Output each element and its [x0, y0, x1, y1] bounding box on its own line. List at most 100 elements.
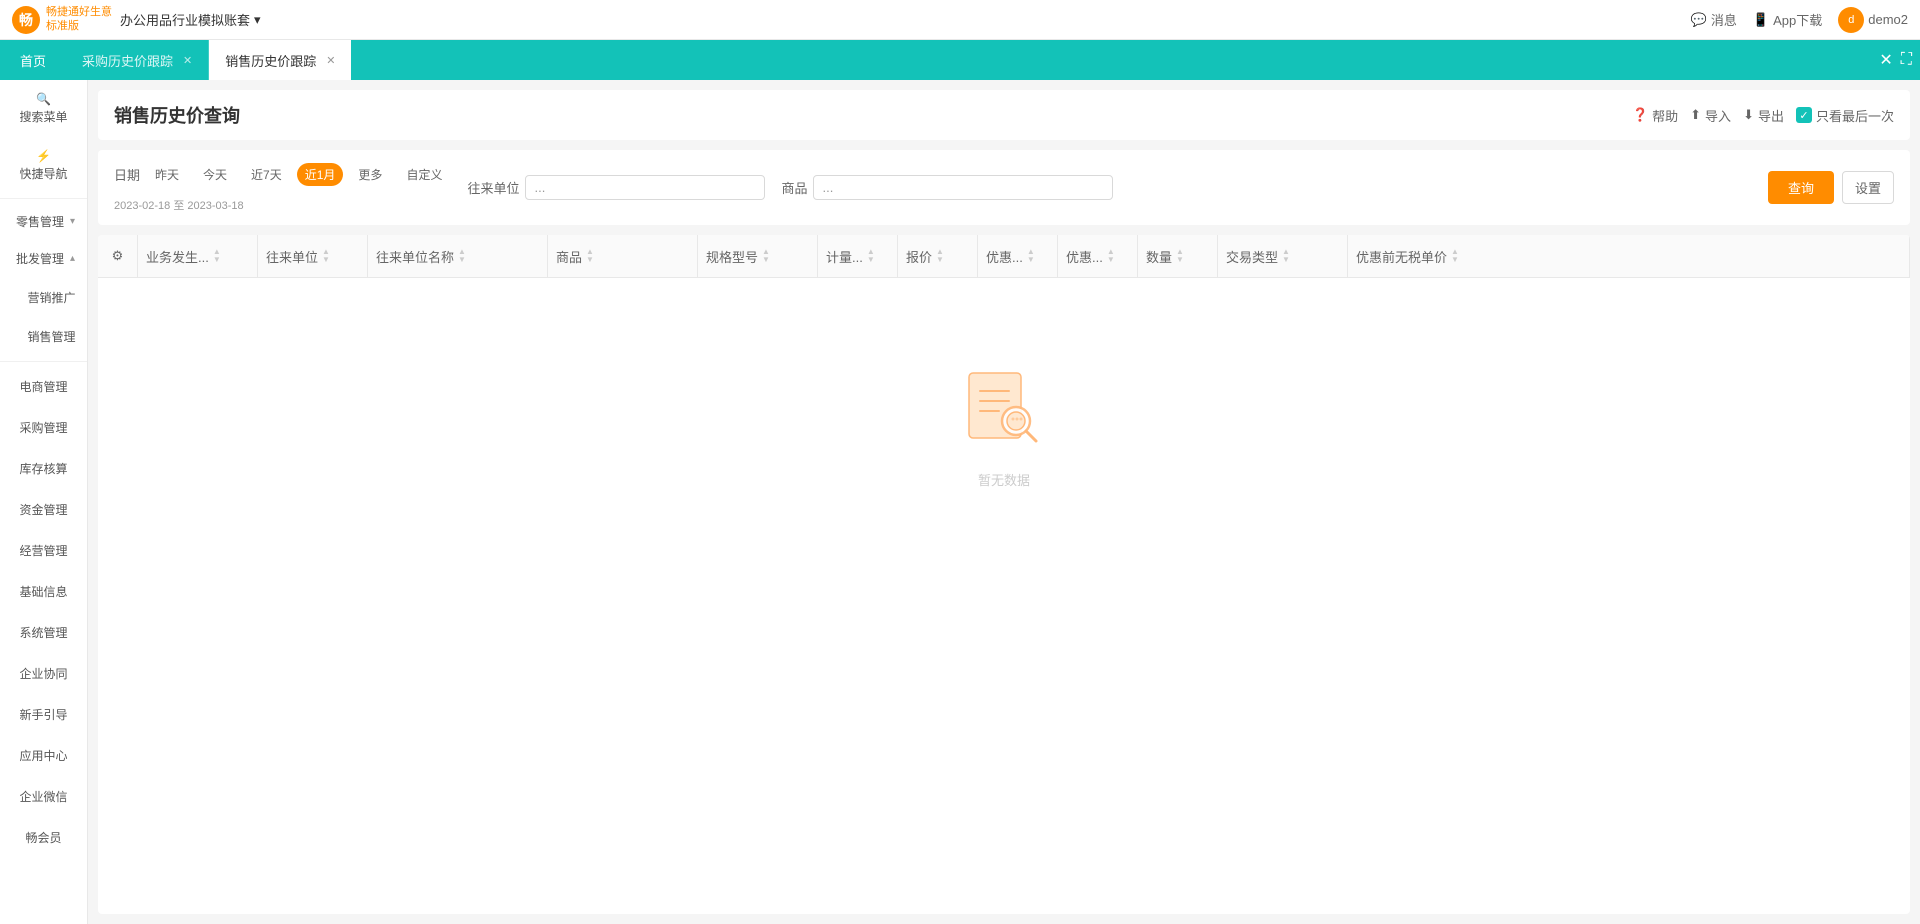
partner-input[interactable]: ... [525, 175, 765, 200]
workspace-selector[interactable]: 办公用品行业模拟账套 ▾ [120, 10, 261, 29]
th-notax-price[interactable]: 优惠前无税单价 ▲▼ [1348, 235, 1910, 277]
tab-sales-close-icon[interactable]: ✕ [326, 54, 335, 67]
date-btn-custom[interactable]: 自定义 [397, 162, 451, 187]
top-bar-left: 畅 畅捷通好生意 标准版 办公用品行业模拟账套 ▾ [12, 6, 261, 34]
sidebar-item-vip[interactable]: 畅会员 [4, 819, 83, 856]
tab-close-all-icon[interactable]: ✕ [1879, 50, 1892, 70]
sort-icon: ▲▼ [1282, 248, 1290, 264]
import-action[interactable]: ⬆ 导入 [1690, 106, 1731, 125]
date-btn-more[interactable]: 更多 [349, 162, 391, 187]
th-disc1[interactable]: 优惠... ▲▼ [978, 235, 1058, 277]
sidebar-item-retail-mgmt[interactable]: 零售管理 ▾ [0, 203, 87, 240]
sidebar-item-marketing[interactable]: 营销推广 [20, 279, 83, 316]
import-icon: ⬆ [1690, 107, 1701, 123]
sort-icon: ▲▼ [1451, 248, 1459, 264]
sort-icon: ▲▼ [867, 248, 875, 264]
help-icon: ❓ [1632, 107, 1648, 123]
date-range-display: 2023-02-18 至 2023-03-18 [114, 197, 244, 213]
sidebar-divider-2 [0, 361, 87, 362]
top-bar-right: 💬 消息 📱 App下载 d demo2 [1691, 7, 1908, 33]
sort-icon: ▲▼ [762, 248, 770, 264]
table-container: ⚙ 业务发生... ▲▼ 往来单位 ▲▼ 往来单位名称 ▲▼ 商品 ▲▼ [98, 235, 1910, 914]
content-area: 销售历史价查询 ❓ 帮助 ⬆ 导入 ⬇ 导出 ✓ 只看最后一次 [88, 80, 1920, 924]
help-action[interactable]: ❓ 帮助 [1632, 106, 1678, 125]
empty-illustration [944, 358, 1064, 458]
only-last-checkbox[interactable]: ✓ 只看最后一次 [1796, 106, 1894, 125]
th-partner-name[interactable]: 往来单位名称 ▲▼ [368, 235, 548, 277]
sort-icon: ▲▼ [1107, 248, 1115, 264]
sidebar-item-sales-mgmt[interactable]: 销售管理 [20, 318, 83, 355]
page-header: 销售历史价查询 ❓ 帮助 ⬆ 导入 ⬇ 导出 ✓ 只看最后一次 [98, 90, 1910, 140]
logo-text: 畅捷通好生意 标准版 [46, 6, 112, 32]
sidebar-item-purchase-mgmt[interactable]: 采购管理 [4, 409, 83, 446]
sidebar-item-enterprise-collab[interactable]: 企业协同 [4, 655, 83, 692]
settings-button[interactable]: 设置 [1842, 171, 1894, 204]
sidebar-item-app-center[interactable]: 应用中心 [4, 737, 83, 774]
sort-icon: ▲▼ [936, 248, 944, 264]
empty-text: 暂无数据 [978, 470, 1030, 489]
query-button[interactable]: 查询 [1768, 171, 1834, 204]
date-btn-last7[interactable]: 近7天 [242, 162, 291, 187]
sidebar-item-ecommerce-mgmt[interactable]: 电商管理 [4, 368, 83, 405]
date-btn-last1m[interactable]: 近1月 [297, 163, 344, 186]
filter-bar: 日期 昨天 今天 近7天 近1月 更多 自定义 2023-02-18 至 202… [98, 150, 1910, 225]
sort-icon: ▲▼ [458, 248, 466, 264]
tab-sales-history[interactable]: 销售历史价跟踪 ✕ [209, 40, 351, 80]
sidebar-item-quick-nav[interactable]: ⚡ 快捷导航 [4, 139, 83, 192]
message-item[interactable]: 💬 消息 [1691, 10, 1737, 29]
settings-icon: ⚙ [112, 248, 124, 264]
download-item[interactable]: 📱 App下载 [1753, 10, 1822, 29]
user-item[interactable]: d demo2 [1838, 7, 1908, 33]
sidebar-item-inventory[interactable]: 库存核算 [4, 450, 83, 487]
message-icon: 💬 [1691, 12, 1707, 28]
sort-icon: ▲▼ [322, 248, 330, 264]
th-quote[interactable]: 报价 ▲▼ [898, 235, 978, 277]
th-product[interactable]: 商品 ▲▼ [548, 235, 698, 277]
th-settings[interactable]: ⚙ [98, 235, 138, 277]
chevron-up-icon: ▴ [70, 253, 75, 264]
th-spec[interactable]: 规格型号 ▲▼ [698, 235, 818, 277]
nav-icon: ⚡ [36, 149, 51, 163]
export-action[interactable]: ⬇ 导出 [1743, 106, 1784, 125]
top-bar: 畅 畅捷通好生意 标准版 办公用品行业模拟账套 ▾ 💬 消息 📱 App下载 d… [0, 0, 1920, 40]
th-partner[interactable]: 往来单位 ▲▼ [258, 235, 368, 277]
empty-svg [954, 363, 1054, 453]
partner-filter: 往来单位 ... [467, 175, 765, 200]
empty-state: 暂无数据 [98, 278, 1910, 569]
checkbox-icon: ✓ [1796, 107, 1812, 123]
main-layout: 🔍 搜索菜单 ⚡ 快捷导航 零售管理 ▾ 批发管理 ▴ 营销推广 销售管理 电商… [0, 80, 1920, 924]
tab-purchase-history[interactable]: 采购历史价跟踪 ✕ [66, 40, 209, 80]
sidebar-item-operations-mgmt[interactable]: 经营管理 [4, 532, 83, 569]
tab-purchase-close-icon[interactable]: ✕ [183, 54, 192, 67]
sidebar-item-wholesale-mgmt[interactable]: 批发管理 ▴ [0, 240, 87, 277]
product-input[interactable]: ... [813, 175, 1113, 200]
tab-maximize-icon[interactable]: ⛶ [1901, 51, 1912, 69]
sidebar-item-base-info[interactable]: 基础信息 [4, 573, 83, 610]
logo-area: 畅 畅捷通好生意 标准版 [12, 6, 112, 34]
export-icon: ⬇ [1743, 107, 1754, 123]
th-unit[interactable]: 计量... ▲▼ [818, 235, 898, 277]
phone-icon: 📱 [1753, 12, 1769, 28]
sidebar-item-search-menu[interactable]: 🔍 搜索菜单 [4, 82, 83, 135]
product-filter: 商品 ... [781, 175, 1113, 200]
th-biz-date[interactable]: 业务发生... ▲▼ [138, 235, 258, 277]
date-btn-yesterday[interactable]: 昨天 [146, 162, 188, 187]
sidebar-item-new-guide[interactable]: 新手引导 [4, 696, 83, 733]
tab-home[interactable]: 首页 [0, 51, 66, 70]
date-btn-today[interactable]: 今天 [194, 162, 236, 187]
page-title: 销售历史价查询 [114, 102, 240, 128]
th-disc2[interactable]: 优惠... ▲▼ [1058, 235, 1138, 277]
sort-icon: ▲▼ [1176, 248, 1184, 264]
chevron-down-icon: ▾ [254, 12, 261, 28]
sidebar-item-system-mgmt[interactable]: 系统管理 [4, 614, 83, 651]
th-trade-type[interactable]: 交易类型 ▲▼ [1218, 235, 1348, 277]
tab-bar: 首页 采购历史价跟踪 ✕ 销售历史价跟踪 ✕ ✕ ⛶ [0, 40, 1920, 80]
sidebar-item-enterprise-wechat[interactable]: 企业微信 [4, 778, 83, 815]
sort-icon: ▲▼ [586, 248, 594, 264]
th-qty[interactable]: 数量 ▲▼ [1138, 235, 1218, 277]
filter-actions: 查询 设置 [1768, 171, 1894, 204]
sidebar: 🔍 搜索菜单 ⚡ 快捷导航 零售管理 ▾ 批发管理 ▴ 营销推广 销售管理 电商… [0, 80, 88, 924]
sidebar-item-finance-mgmt[interactable]: 资金管理 [4, 491, 83, 528]
chevron-down-icon: ▾ [70, 216, 75, 227]
search-icon: 🔍 [36, 92, 51, 106]
